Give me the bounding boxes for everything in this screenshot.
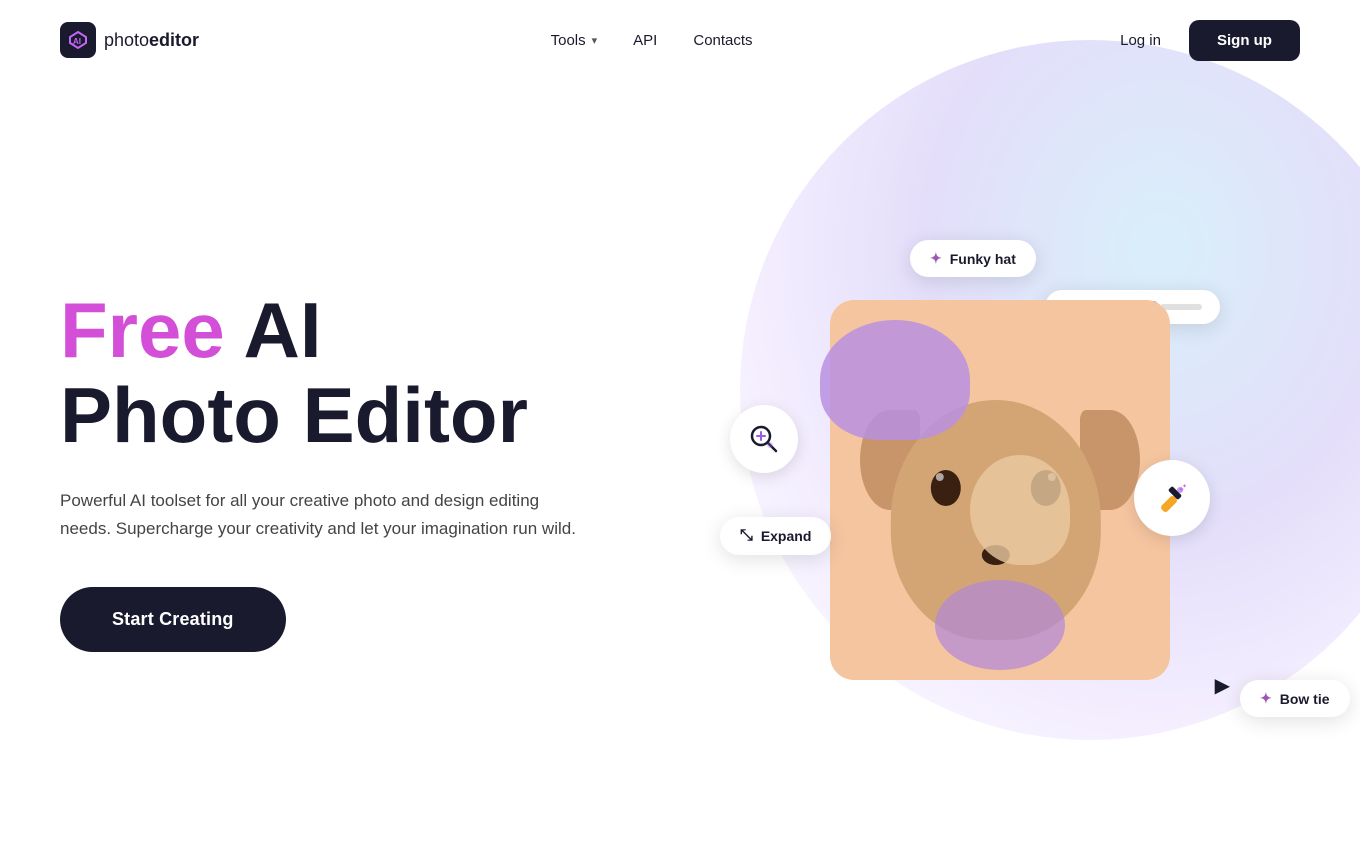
hero-subtitle: Powerful AI toolset for all your creativ… xyxy=(60,487,580,543)
svg-text:✦: ✦ xyxy=(1182,483,1187,490)
hero-right: ✦ Funky hat xyxy=(640,210,1300,730)
nav-actions: Log in Sign up xyxy=(1104,20,1300,61)
navbar: AI photoeditor Tools ▾ API Contacts Log … xyxy=(0,0,1360,80)
svg-text:AI: AI xyxy=(73,37,81,46)
neck-blob xyxy=(935,580,1065,670)
dog-white-patch xyxy=(970,455,1070,565)
hat-blob xyxy=(820,320,970,440)
cursor-icon: ▶ xyxy=(1215,673,1230,698)
expand-tag: ⤡ Expand xyxy=(720,517,831,555)
sparkle-icon-2: ✦ xyxy=(1260,690,1272,707)
sparkle-icon: ✦ xyxy=(930,250,942,267)
zoom-icon xyxy=(748,423,780,455)
paint-icon-bubble: ✦ ✦ xyxy=(1134,460,1210,536)
illustration-wrapper: ✦ Funky hat xyxy=(720,210,1220,730)
chevron-down-icon: ▾ xyxy=(592,34,598,47)
dog-card xyxy=(830,300,1170,680)
start-creating-button[interactable]: Start Creating xyxy=(60,587,286,652)
hero-left: Free AI Photo Editor Powerful AI toolset… xyxy=(60,288,640,653)
nav-tools-item[interactable]: Tools ▾ xyxy=(551,32,598,49)
hero-section: Free AI Photo Editor Powerful AI toolset… xyxy=(0,80,1360,840)
zoom-icon-bubble xyxy=(730,405,798,473)
logo-icon: AI xyxy=(60,22,96,58)
funky-hat-tag: ✦ Funky hat xyxy=(910,240,1036,277)
nav-links: Tools ▾ API Contacts xyxy=(551,32,753,49)
expand-icon: ⤡ xyxy=(740,527,753,545)
tools-link[interactable]: Tools xyxy=(551,32,586,49)
contacts-link[interactable]: Contacts xyxy=(693,32,752,49)
hero-title: Free AI Photo Editor xyxy=(60,288,640,460)
api-link[interactable]: API xyxy=(633,32,657,49)
logo[interactable]: AI photoeditor xyxy=(60,22,199,58)
magic-icon: ✦ ✦ xyxy=(1154,480,1190,516)
login-button[interactable]: Log in xyxy=(1104,24,1177,57)
logo-text: photoeditor xyxy=(104,30,199,51)
signup-button[interactable]: Sign up xyxy=(1189,20,1300,61)
bow-tie-tag: ✦ Bow tie xyxy=(1240,680,1350,717)
